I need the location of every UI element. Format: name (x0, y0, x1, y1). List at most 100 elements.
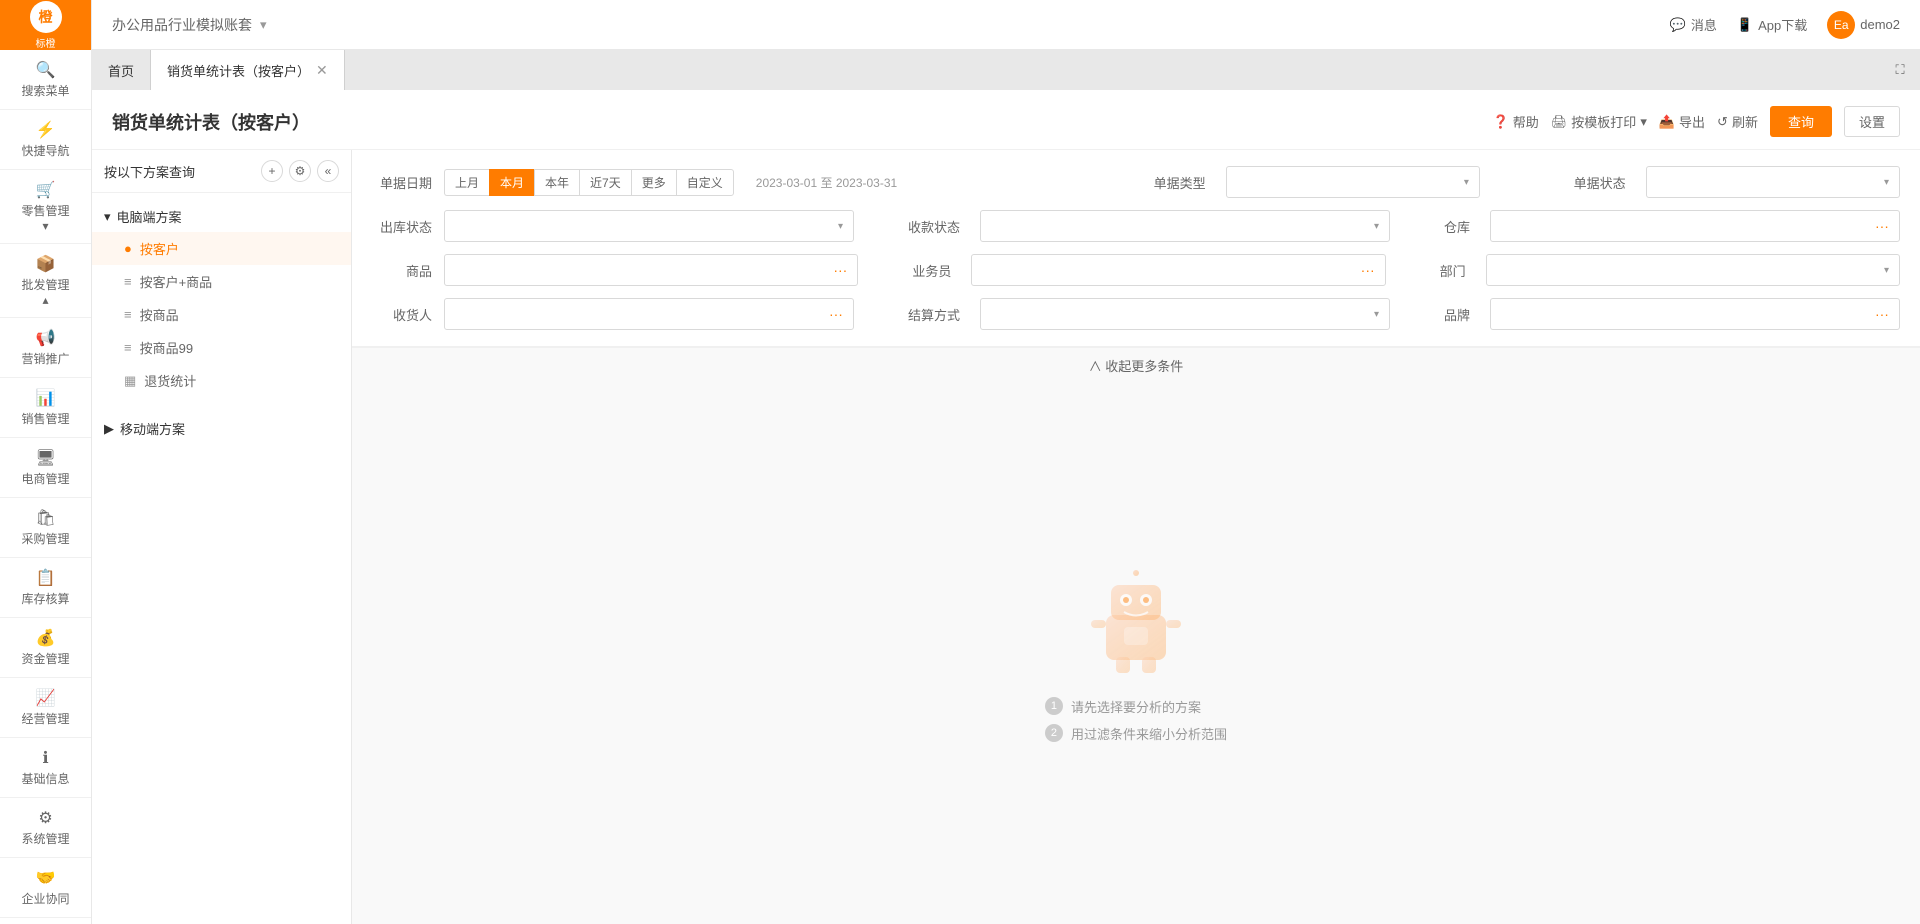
gear-icon: ⚙ (295, 164, 306, 178)
sidebar-item-quick-nav[interactable]: ⚡ 快捷导航 (0, 110, 91, 170)
warehouse-dots-icon[interactable]: ··· (1875, 218, 1889, 234)
sidebar-item-retail-mgmt[interactable]: 🛒 零售管理 ▾ (0, 170, 91, 244)
tab-close-icon[interactable]: ✕ (316, 62, 328, 79)
scheme-section-mobile-title[interactable]: ▶ 移动端方案 (92, 413, 351, 444)
page-content: 销货单统计表（按客户） ❓ 帮助 🖨 按模板打印 ▾ 📤 导出 ↺ 刷新 (92, 90, 1920, 924)
top-header: 办公用品行业模拟账套 ▾ 💬 消息 📱 App下载 Ea demo2 (92, 0, 1920, 50)
scheme-item-by-product-99[interactable]: ≡ 按商品99 (92, 331, 351, 364)
sidebar-item-marketing[interactable]: 📢 营销推广 (0, 318, 91, 378)
warehouse-control[interactable]: ··· (1490, 210, 1900, 242)
filter-row-2: 出库状态 ▾ 收款状态 ▾ 仓库 (372, 210, 1900, 242)
user-area[interactable]: Ea demo2 (1827, 11, 1900, 39)
settlement-control[interactable]: ▾ (980, 298, 1390, 330)
sidebar-item-new-guide[interactable]: 📖 新手引导 (0, 918, 91, 924)
sidebar-item-system-mgmt[interactable]: ⚙ 系统管理 (0, 798, 91, 858)
sidebar-item-label: 零售管理 (5, 202, 86, 219)
list-icon-3: ≡ (124, 340, 132, 355)
receipt-status-control[interactable]: ▾ (980, 210, 1390, 242)
scheme-item-label: 按客户+商品 (140, 272, 213, 291)
doc-status-control[interactable]: ▾ (1646, 166, 1900, 198)
more-date-button[interactable]: 更多 (631, 169, 676, 196)
salesperson-control[interactable]: ··· (971, 254, 1385, 286)
product-dots-icon[interactable]: ··· (833, 262, 847, 278)
sidebar-item-search-menu[interactable]: 🔍 搜索菜单 (0, 50, 91, 110)
app-download-button[interactable]: 📱 App下载 (1737, 15, 1807, 34)
out-status-control[interactable]: ▾ (444, 210, 854, 242)
recipient-dots-icon[interactable]: ··· (829, 306, 843, 322)
tab-sales-report[interactable]: 销货单统计表（按客户） ✕ (151, 50, 345, 90)
custom-date-button[interactable]: 自定义 (676, 169, 734, 196)
chevron-up-icon: ▴ (42, 293, 48, 307)
tab-expand-button[interactable]: ⛶ (1880, 50, 1920, 90)
scheme-panel: 按以下方案查询 + ⚙ « (92, 150, 352, 924)
filter-row-1: 单据日期 上月 本月 本年 近7天 更多 自定义 2023-03-01 至 20… (372, 166, 1900, 198)
bar-chart-icon: ▦ (124, 373, 136, 389)
message-button[interactable]: 💬 消息 (1670, 15, 1717, 34)
scheme-settings-button[interactable]: ⚙ (289, 160, 311, 182)
sidebar-item-label: 经营管理 (5, 710, 86, 727)
recipient-label: 收货人 (372, 305, 432, 324)
scheme-item-by-customer[interactable]: ● 按客户 (92, 232, 351, 265)
collapse-icon: « (325, 164, 332, 178)
tab-home-label: 首页 (108, 61, 134, 80)
refresh-label: 刷新 (1732, 112, 1758, 131)
scheme-section-desktop-title[interactable]: ▾ 电脑端方案 (92, 201, 351, 232)
department-control[interactable]: ▾ (1486, 254, 1900, 286)
scheme-item-by-customer-product[interactable]: ≡ 按客户+商品 (92, 265, 351, 298)
sidebar-item-label: 采购管理 (5, 530, 86, 547)
sales-icon: 📊 (5, 388, 86, 408)
sidebar-item-inventory-check[interactable]: 📋 库存核算 (0, 558, 91, 618)
current-year-button[interactable]: 本年 (534, 169, 579, 196)
brand-dots-icon[interactable]: ··· (1875, 306, 1889, 322)
sidebar-item-wholesale-mgmt[interactable]: 📦 批发管理 ▴ (0, 244, 91, 318)
date-quick-buttons: 上月 本月 本年 近7天 更多 自定义 (444, 169, 734, 196)
template-print-label: 按模板打印 (1571, 112, 1636, 131)
system-icon: ⚙ (5, 808, 86, 828)
out-status-arrow-icon: ▾ (838, 221, 843, 232)
scheme-header-actions: + ⚙ « (261, 160, 339, 182)
sidebar-item-sales-mgmt[interactable]: 📊 销售管理 (0, 378, 91, 438)
section-arrow-right: ▶ (104, 421, 114, 437)
sidebar-item-basic-info[interactable]: ℹ 基础信息 (0, 738, 91, 798)
tab-home[interactable]: 首页 (92, 50, 151, 90)
doc-type-label: 单据类型 (1154, 173, 1206, 192)
expand-icon: ⛶ (1895, 62, 1904, 78)
doc-type-control[interactable]: ▾ (1226, 166, 1480, 198)
scheme-collapse-button[interactable]: « (317, 160, 339, 182)
sidebar-item-purchase-mgmt[interactable]: 🛍 采购管理 (0, 498, 91, 558)
current-month-button[interactable]: 本月 (489, 169, 534, 196)
sidebar-item-operations-mgmt[interactable]: 📈 经营管理 (0, 678, 91, 738)
refresh-button[interactable]: ↺ 刷新 (1717, 112, 1758, 131)
sidebar-item-label: 营销推广 (5, 350, 86, 367)
warehouse-label: 仓库 (1444, 217, 1470, 236)
sidebar-item-finance-mgmt[interactable]: 💰 资金管理 (0, 618, 91, 678)
scheme-add-button[interactable]: + (261, 160, 283, 182)
recipient-control[interactable]: ··· (444, 298, 854, 330)
filter-row-3: 商品 ··· 业务员 ··· 部门 (372, 254, 1900, 286)
last-month-button[interactable]: 上月 (444, 169, 489, 196)
brand-control[interactable]: ··· (1490, 298, 1900, 330)
print-dropdown-arrow: ▾ (1640, 114, 1647, 130)
sidebar-item-enterprise-collab[interactable]: 🤝 企业协同 (0, 858, 91, 918)
scheme-item-by-product[interactable]: ≡ 按商品 (92, 298, 351, 331)
header-dropdown-arrow[interactable]: ▾ (260, 17, 267, 33)
sidebar-nav: 🔍 搜索菜单 ⚡ 快捷导航 🛒 零售管理 ▾ 📦 批发管理 ▴ 📢 营销推广 📊… (0, 50, 91, 924)
sidebar-item-ecommerce-mgmt[interactable]: 🖥 电商管理 (0, 438, 91, 498)
last-7-days-button[interactable]: 近7天 (579, 169, 631, 196)
export-button[interactable]: 📤 导出 (1659, 112, 1705, 131)
query-button[interactable]: 查询 (1770, 106, 1832, 137)
main-wrapper: 办公用品行业模拟账套 ▾ 💬 消息 📱 App下载 Ea demo2 首页 (92, 0, 1920, 924)
brand-label: 品牌 (1444, 305, 1470, 324)
logo-area[interactable]: 橙 标橙 (0, 0, 91, 50)
section-mobile-label: 移动端方案 (120, 419, 185, 438)
product-control[interactable]: ··· (444, 254, 858, 286)
list-icon-2: ≡ (124, 307, 132, 322)
template-print-button[interactable]: 🖨 按模板打印 ▾ (1551, 112, 1647, 131)
help-button[interactable]: ❓ 帮助 (1493, 112, 1539, 131)
settings-button[interactable]: 设置 (1844, 106, 1900, 137)
filter-data-panel: 单据日期 上月 本月 本年 近7天 更多 自定义 2023-03-01 至 20… (352, 150, 1920, 924)
collapse-more-conditions[interactable]: ∧ 收起更多条件 (352, 347, 1920, 383)
active-dot-icon: ● (124, 241, 132, 256)
salesperson-dots-icon[interactable]: ··· (1361, 262, 1375, 278)
scheme-item-return-stats[interactable]: ▦ 退货统计 (92, 364, 351, 397)
